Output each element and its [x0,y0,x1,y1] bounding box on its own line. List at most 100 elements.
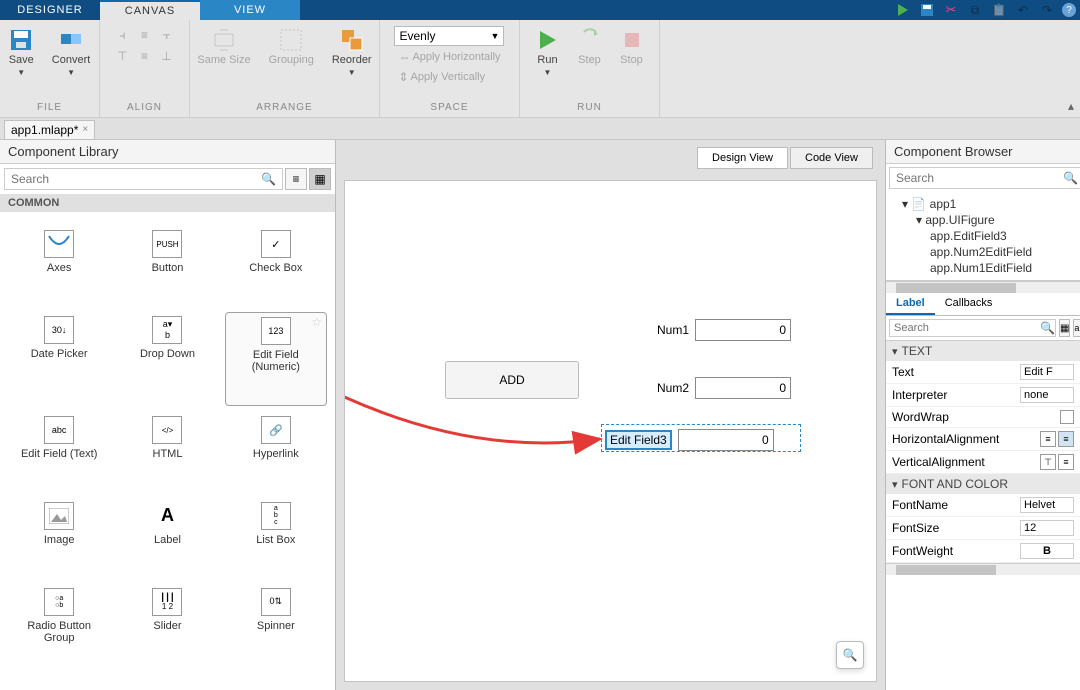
tree-app1[interactable]: ▾ 📄 app1 [890,196,1076,212]
component-tree[interactable]: ▾ 📄 app1 ▾ app.UIFigure app.EditField3 a… [886,192,1080,281]
component-datepicker[interactable]: 30↓Date Picker [8,312,110,406]
paste-icon[interactable]: 📋 [990,1,1008,19]
image-label: Image [44,534,75,546]
stop-label: Stop [620,54,643,66]
canvas-area: Design View Code View ADD Num1 Num2 Edit… [336,140,885,690]
component-slider[interactable]: ┃┃┃1 2Slider [116,584,218,676]
spinner-label: Spinner [257,620,295,632]
component-axes[interactable]: Axes [8,226,110,306]
apply-vertically-button: ⇕Apply Vertically [394,68,489,86]
tree-scrollbar[interactable] [886,281,1080,293]
component-image[interactable]: Image [8,498,110,578]
file-tab-app1[interactable]: app1.mlapp* × [4,120,95,140]
zoom-icon[interactable]: 🔍 [836,641,864,669]
save-icon[interactable] [918,1,936,19]
component-edit-field-text[interactable]: abcEdit Field (Text) [8,412,110,492]
save-button[interactable]: Save ▼ [5,26,38,79]
ribbon: Save ▼ Convert ▼ FILE ⫞ ≡ ⫟ ⊤ ≡ ⊥ ALIGN [0,20,1080,118]
align-bottom-icon: ⊥ [157,47,177,65]
props-scrollbar[interactable] [886,563,1080,575]
add-button[interactable]: ADD [445,361,579,399]
tab-canvas[interactable]: CANVAS [100,0,200,20]
copy-icon[interactable]: ⧉ [966,1,984,19]
close-icon[interactable]: × [82,124,88,135]
checkbox-label: Check Box [249,262,302,274]
prop-text-name: Text [892,365,1020,379]
editfield3-label[interactable]: Edit Field3 [605,430,672,450]
redo-icon[interactable]: ↷ [1038,1,1056,19]
help-icon[interactable]: ? [1062,3,1076,17]
property-search-input[interactable] [890,320,1040,336]
editfield3-input[interactable] [678,429,774,451]
component-checkbox[interactable]: ✓Check Box [225,226,327,306]
component-edit-field-numeric[interactable]: ☆123Edit Field (Numeric) [225,312,327,406]
evenly-dropdown[interactable]: Evenly▼ [394,26,504,46]
editnum-label: Edit Field (Numeric) [230,349,322,373]
num2-input[interactable] [695,377,791,399]
component-library-title: Component Library [0,140,335,164]
align-middle-icon: ≡ [135,47,155,65]
tab-designer[interactable]: DESIGNER [0,0,100,20]
component-html[interactable]: </>HTML [116,412,218,492]
component-dropdown[interactable]: a▾bDrop Down [116,312,218,406]
browser-search-input[interactable] [890,168,1057,188]
dropdown-label: Drop Down [140,348,195,360]
search-icon[interactable]: 🔍 [1040,321,1055,335]
undo-icon[interactable]: ↶ [1014,1,1032,19]
section-font[interactable]: ▾ FONT AND COLOR [886,474,1080,494]
halign-left-icon[interactable]: ≡ [1040,431,1056,447]
prop-fontweight-value[interactable]: B [1020,543,1074,559]
prop-halign-name: HorizontalAlignment [892,432,1040,446]
component-search-box[interactable]: 🔍 [4,168,283,190]
ribbon-collapse-icon[interactable]: ▴ [1068,99,1074,113]
convert-button[interactable]: Convert ▼ [48,26,95,79]
prop-fontsize-value[interactable]: 12 [1020,520,1074,536]
cut-icon[interactable]: ✂ [942,1,960,19]
code-view-tab[interactable]: Code View [790,147,873,169]
grid-view-icon[interactable]: ▦ [309,168,331,190]
run-label: Run [537,54,557,66]
slider-label: Slider [153,620,181,632]
prop-interpreter-value[interactable]: none [1020,387,1074,403]
prop-text-value[interactable]: Edit F [1020,364,1074,380]
prop-wordwrap-name: WordWrap [892,410,1060,424]
valign-top-icon[interactable]: ⊤ [1040,454,1056,470]
group-view-icon[interactable]: ▦ [1059,319,1070,337]
tree-num2[interactable]: app.Num2EditField [890,244,1076,260]
prop-fontname-value[interactable]: Helvet [1020,497,1074,513]
design-canvas[interactable]: ADD Num1 Num2 Edit Field3 🔍 [344,180,877,682]
search-icon[interactable]: 🔍 [255,172,282,186]
apply-h-label: Apply Horizontally [412,51,500,63]
sort-icon[interactable]: a↓z [1073,319,1080,337]
samesize-label: Same Size [197,54,250,66]
component-label[interactable]: ALabel [116,498,218,578]
run-icon[interactable] [894,1,912,19]
search-icon[interactable]: 🔍 [1057,171,1080,185]
grouping-label: Grouping [269,54,314,66]
group-run-label: RUN [577,102,602,113]
component-search-input[interactable] [5,169,255,189]
tab-label[interactable]: Label [886,293,935,315]
step-label: Step [578,54,601,66]
component-spinner[interactable]: 0⇅Spinner [225,584,327,676]
tree-editfield3[interactable]: app.EditField3 [890,228,1076,244]
tab-callbacks[interactable]: Callbacks [935,293,1003,315]
component-button[interactable]: PUSHButton [116,226,218,306]
tree-num1[interactable]: app.Num1EditField [890,260,1076,276]
valign-mid-icon[interactable]: ≡ [1058,454,1074,470]
num1-input[interactable] [695,319,791,341]
run-button[interactable]: Run ▼ [532,26,564,79]
browser-search-box[interactable]: 🔍 [889,167,1080,189]
prop-wordwrap-checkbox[interactable] [1060,410,1074,424]
reorder-button[interactable]: Reorder ▼ [328,26,376,79]
apply-v-label: Apply Vertically [411,71,486,83]
component-radio-button-group[interactable]: ○a○bRadio Button Group [8,584,110,676]
tab-view[interactable]: VIEW [200,0,300,20]
halign-center-icon[interactable]: ≡ [1058,431,1074,447]
component-listbox[interactable]: abcList Box [225,498,327,578]
design-view-tab[interactable]: Design View [697,147,788,169]
tree-uifigure[interactable]: ▾ app.UIFigure [890,212,1076,228]
component-hyperlink[interactable]: 🔗Hyperlink [225,412,327,492]
section-text[interactable]: ▾ TEXT [886,341,1080,361]
list-view-icon[interactable]: ≡ [285,168,307,190]
